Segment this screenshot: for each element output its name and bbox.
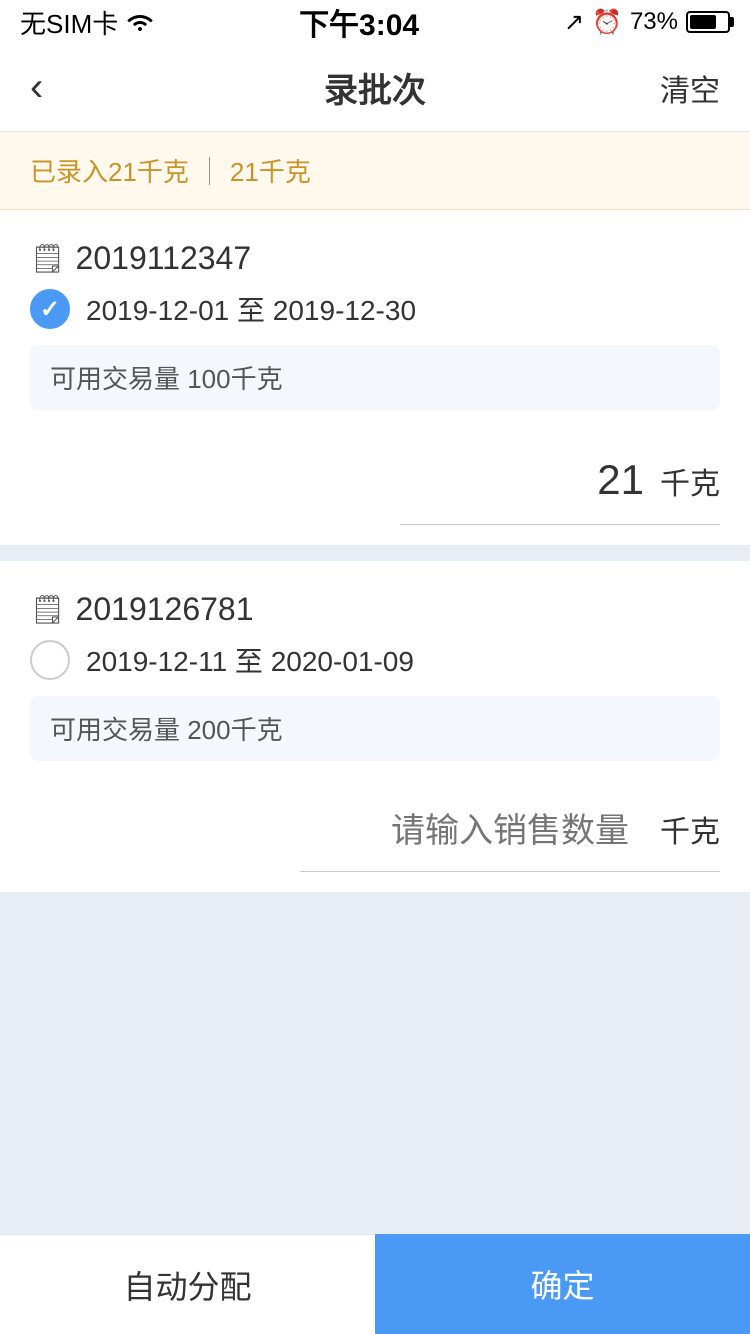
batch-2-header: 🗒 2019126781 (30, 591, 720, 628)
batch-2-id: 2019126781 (76, 591, 254, 628)
batch-2-date: 2019-12-11 至 2020-01-09 (86, 640, 414, 680)
page-title: 录批次 (324, 63, 426, 112)
recorded-amount: 已录入21千克 (30, 152, 189, 189)
battery-icon (686, 11, 730, 33)
batch-2-radio[interactable] (30, 640, 70, 680)
auto-distribute-button[interactable]: 自动分配 (0, 1234, 375, 1334)
batch-1-header: 🗒 2019112347 (30, 240, 720, 277)
batch-2-available: 可用交易量 200千克 (30, 696, 720, 761)
batch-2-icon: 🗒 (30, 593, 66, 626)
status-left: 无SIM卡 (20, 4, 154, 41)
batch-2-unit: 千克 (660, 807, 720, 851)
alarm-icon: ⏰ (592, 8, 622, 37)
battery-percent: 73% (630, 8, 678, 36)
back-button[interactable]: ‹ (30, 65, 90, 110)
batch-1-icon: 🗒 (30, 242, 66, 275)
confirm-button[interactable]: 确定 (375, 1234, 750, 1334)
batch-item-1: 🗒 2019112347 2019-12-01 至 2019-12-30 可用交… (0, 210, 750, 446)
clear-button[interactable]: 清空 (660, 66, 720, 110)
section-separator (0, 545, 750, 561)
batch-1-date: 2019-12-01 至 2019-12-30 (86, 289, 416, 329)
batch-1-id: 2019112347 (76, 240, 252, 277)
info-banner: 已录入21千克 21千克 (0, 132, 750, 210)
nav-bar: ‹ 录批次 清空 (0, 44, 750, 132)
batch-2-date-row[interactable]: 2019-12-11 至 2020-01-09 (30, 640, 720, 680)
status-time: 下午3:04 (299, 0, 419, 44)
batch-1-date-row[interactable]: 2019-12-01 至 2019-12-30 (30, 289, 720, 329)
carrier-label: 无SIM卡 (20, 4, 118, 41)
status-bar: 无SIM卡 下午3:04 ↗ ⏰ 73% (0, 0, 750, 44)
batch-2-quantity-input[interactable] (284, 812, 644, 851)
batch-1-amount-value: 21 (597, 456, 644, 504)
bottom-bar: 自动分配 确定 (0, 1234, 750, 1334)
batch-2-input-row: 千克 (0, 797, 750, 871)
info-divider (209, 157, 210, 185)
status-right: ↗ ⏰ 73% (564, 8, 730, 37)
batch-1-amount-unit: 千克 (660, 459, 720, 503)
wifi-icon (126, 7, 154, 38)
batch-1-available: 可用交易量 100千克 (30, 345, 720, 410)
location-icon: ↗ (564, 8, 584, 37)
batch-item-2: 🗒 2019126781 2019-12-11 至 2020-01-09 可用交… (0, 561, 750, 797)
total-amount: 21千克 (230, 152, 311, 189)
batch-1-radio[interactable] (30, 289, 70, 329)
batch-1-amount-row: 21 千克 (0, 446, 750, 524)
